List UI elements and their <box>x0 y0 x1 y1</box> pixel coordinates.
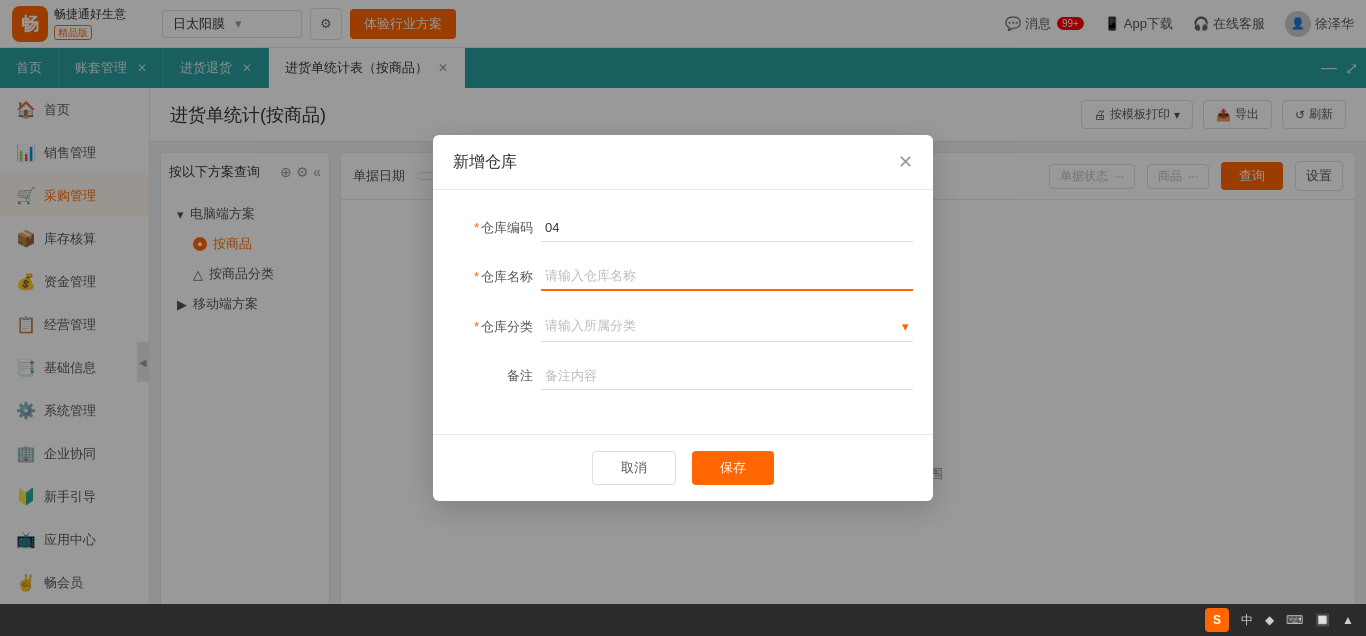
form-row-category: *仓库分类 请输入所属分类 ▾ <box>453 311 913 342</box>
code-input[interactable] <box>541 214 913 242</box>
category-select[interactable]: 请输入所属分类 ▾ <box>541 311 913 342</box>
bottom-bar: S 中 ◆ ⌨ 🔲 ▲ <box>0 604 1366 636</box>
form-row-name: *仓库名称 <box>453 262 913 291</box>
note-input[interactable] <box>541 362 913 390</box>
bottom-dot-item: ◆ <box>1265 613 1274 627</box>
name-input[interactable] <box>541 262 913 291</box>
bottom-keyboard-icon[interactable]: ⌨ <box>1286 613 1303 627</box>
code-label: *仓库编码 <box>453 219 533 237</box>
modal-overlay: 新增仓库 ✕ *仓库编码 *仓库名称 *仓库分类 <box>0 0 1366 636</box>
cancel-button[interactable]: 取消 <box>592 451 676 485</box>
dialog-title: 新增仓库 <box>453 152 517 173</box>
dialog-body: *仓库编码 *仓库名称 *仓库分类 请输入所属分类 ▾ <box>433 190 933 434</box>
category-dropdown-icon: ▾ <box>902 319 909 334</box>
dialog-footer: 取消 保存 <box>433 434 933 501</box>
dialog-close-icon[interactable]: ✕ <box>898 151 913 173</box>
bottom-lang-item[interactable]: 中 <box>1241 612 1253 629</box>
note-label: 备注 <box>453 367 533 385</box>
bottom-logo: S <box>1205 608 1229 632</box>
bottom-window-icon[interactable]: 🔲 <box>1315 613 1330 627</box>
name-label: *仓库名称 <box>453 268 533 286</box>
dialog-header: 新增仓库 ✕ <box>433 135 933 190</box>
bottom-up-icon[interactable]: ▲ <box>1342 613 1354 627</box>
save-button[interactable]: 保存 <box>692 451 774 485</box>
form-row-code: *仓库编码 <box>453 214 913 242</box>
form-row-note: 备注 <box>453 362 913 390</box>
add-warehouse-dialog: 新增仓库 ✕ *仓库编码 *仓库名称 *仓库分类 <box>433 135 933 501</box>
category-placeholder: 请输入所属分类 <box>545 317 636 335</box>
category-label: *仓库分类 <box>453 318 533 336</box>
